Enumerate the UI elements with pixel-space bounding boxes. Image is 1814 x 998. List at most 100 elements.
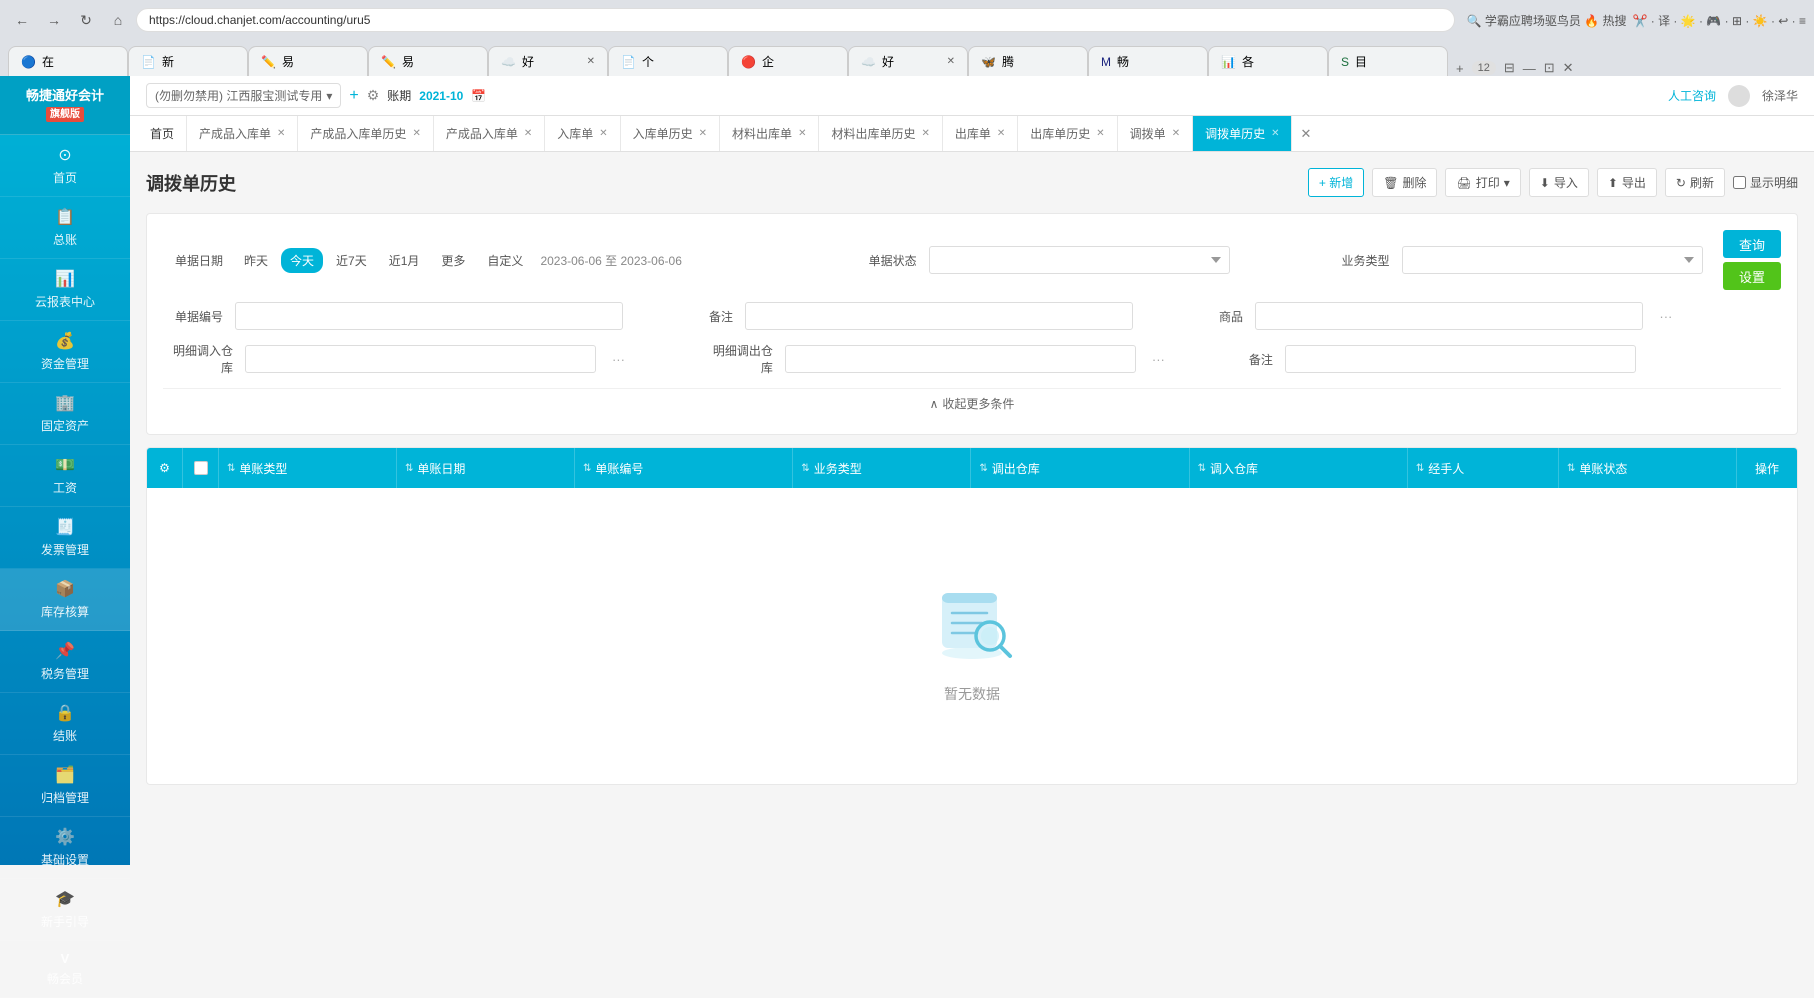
th-status[interactable]: ⇅ 单账状态 [1559,448,1737,488]
page-tab-8-close[interactable]: ✕ [997,128,1005,139]
page-tab-1[interactable]: 产成品入库单 ✕ [187,116,298,152]
forward-button[interactable]: → [40,6,68,34]
new-btn[interactable]: + 新增 [1308,168,1364,197]
date-btn-1month[interactable]: 近1月 [380,248,429,273]
goods-input[interactable] [1255,302,1643,330]
in-wh-more-btn[interactable]: ··· [608,352,629,367]
add-org-btn[interactable]: + [349,87,358,105]
org-settings-btn[interactable]: ⚙ [367,87,380,104]
th-in-wh[interactable]: ⇅ 调入仓库 [1190,448,1408,488]
delete-btn[interactable]: 🗑 删除 [1372,168,1437,197]
page-tab-7[interactable]: 材料出库单历史 ✕ [819,116,942,152]
sidebar-item-closing[interactable]: 🔒 结账 [0,693,130,755]
page-tab-10[interactable]: 调拨单 ✕ [1118,116,1193,152]
biz-type-select[interactable] [1402,246,1704,274]
page-tab-2-close[interactable]: ✕ [412,128,420,139]
th-out-wh[interactable]: ⇅ 调出仓库 [971,448,1189,488]
collapse-btn[interactable]: ∧ 收起更多条件 [163,388,1781,418]
out-wh-input[interactable] [785,345,1136,373]
date-btn-7days[interactable]: 近7天 [327,248,376,273]
sidebar-item-reports[interactable]: 📊 云报表中心 [0,259,130,321]
browser-tab-6[interactable]: 📄 个 [608,46,728,76]
calendar-icon[interactable]: 📅 [471,89,486,103]
page-tab-2[interactable]: 产成品入库单历史 ✕ [298,116,433,152]
browser-tab-5[interactable]: ☁️ 好 ✕ [488,46,608,76]
page-tab-6-close[interactable]: ✕ [798,128,806,139]
date-btn-yesterday[interactable]: 昨天 [235,248,277,273]
in-wh-input[interactable] [245,345,596,373]
browser-tab-3[interactable]: ✏️ 易 [248,46,368,76]
page-tab-4-close[interactable]: ✕ [599,128,607,139]
th-settings[interactable]: ⚙ [147,448,183,488]
th-date[interactable]: ⇅ 单账日期 [397,448,575,488]
print-btn[interactable]: 🖨 打印 ▾ [1445,168,1520,197]
page-tab-10-close[interactable]: ✕ [1172,128,1180,139]
sidebar-item-tax[interactable]: 📌 税务管理 [0,631,130,693]
date-btn-today[interactable]: 今天 [281,248,323,273]
export-btn[interactable]: ⬆ 导出 [1597,168,1657,197]
page-tab-11-close[interactable]: ✕ [1271,128,1279,139]
sidebar-item-guide[interactable]: 🎓 新手引导 [0,879,130,941]
note-input[interactable] [1285,345,1636,373]
back-button[interactable]: ← [8,6,36,34]
remark-input[interactable] [745,302,1133,330]
browser-tab-close-5[interactable]: ✕ [587,56,595,67]
goods-more-btn[interactable]: ··· [1655,309,1676,324]
sidebar-item-finance[interactable]: 💰 资金管理 [0,321,130,383]
page-tab-4[interactable]: 入库单 ✕ [545,116,620,152]
import-btn[interactable]: ⬇ 导入 [1529,168,1589,197]
new-tab-btn[interactable]: + [1456,61,1464,76]
page-tab-5[interactable]: 入库单历史 ✕ [621,116,720,152]
page-tab-11[interactable]: 调拨单历史 ✕ [1193,116,1292,152]
th-checkbox[interactable] [183,448,219,488]
page-tab-6[interactable]: 材料出库单 ✕ [720,116,819,152]
sidebar-item-archive[interactable]: 🗂️ 归档管理 [0,755,130,817]
user-name[interactable]: 徐泽华 [1762,87,1798,104]
browser-tab-1[interactable]: 🔵 在 [8,46,128,76]
out-wh-more-btn[interactable]: ··· [1148,352,1169,367]
th-number[interactable]: ⇅ 单账编号 [575,448,793,488]
page-tab-9-close[interactable]: ✕ [1096,128,1104,139]
status-select[interactable] [929,246,1231,274]
tab-list-btn[interactable]: ⊟ [1504,60,1515,76]
page-tab-5-close[interactable]: ✕ [699,128,707,139]
browser-tab-8[interactable]: ☁️ 好 ✕ [848,46,968,76]
maximize-btn[interactable]: ⊡ [1544,60,1555,76]
browser-tab-9[interactable]: 🦋 腾 [968,46,1088,76]
display-cols-checkbox[interactable] [1733,176,1746,189]
close-btn[interactable]: ✕ [1563,60,1574,76]
th-biz-type[interactable]: ⇅ 业务类型 [793,448,971,488]
date-btn-custom[interactable]: 自定义 [478,248,532,273]
refresh-btn[interactable]: ↻ 刷新 [1665,168,1725,197]
th-type[interactable]: ⇅ 单账类型 [219,448,397,488]
address-bar[interactable]: https://cloud.chanjet.com/accounting/uru… [136,8,1455,32]
page-tab-8[interactable]: 出库单 ✕ [943,116,1018,152]
browser-tab-4[interactable]: ✏️ 易 [368,46,488,76]
query-btn[interactable]: 查询 [1723,230,1781,258]
browser-tab-close-8[interactable]: ✕ [947,56,955,67]
page-tab-3-close[interactable]: ✕ [524,128,532,139]
page-tab-9[interactable]: 出库单历史 ✕ [1018,116,1117,152]
select-all-checkbox[interactable] [194,461,208,475]
settings-btn[interactable]: 设置 [1723,262,1781,290]
th-handler[interactable]: ⇅ 经手人 [1408,448,1559,488]
sidebar-item-settings[interactable]: ⚙️ 基础设置 [0,817,130,879]
number-input[interactable] [235,302,623,330]
sidebar-item-ledger[interactable]: 📋 总账 [0,197,130,259]
sidebar-item-home[interactable]: ⊙ 首页 [0,135,130,197]
browser-tab-10[interactable]: M 畅 [1088,46,1208,76]
browser-tab-11[interactable]: 📊 各 [1208,46,1328,76]
page-tab-7-close[interactable]: ✕ [921,128,929,139]
org-selector[interactable]: (勿删勿禁用) 江西服宝测试专用 ▾ [146,83,341,108]
sidebar-item-fixed[interactable]: 🏢 固定资产 [0,383,130,445]
page-tab-3[interactable]: 产成品入库单 ✕ [434,116,545,152]
date-btn-more[interactable]: 更多 [432,248,474,273]
support-link[interactable]: 人工咨询 [1668,87,1716,104]
page-tab-home[interactable]: 首页 [138,116,187,152]
sidebar-item-inventory[interactable]: 📦 库存核算 [0,569,130,631]
home-button[interactable]: ⌂ [104,6,132,34]
display-cols-label[interactable]: 显示明细 [1733,174,1798,191]
browser-tab-2[interactable]: 📄 新 [128,46,248,76]
browser-tab-7[interactable]: 🔴 企 [728,46,848,76]
sidebar-item-invoice[interactable]: 🧾 发票管理 [0,507,130,569]
